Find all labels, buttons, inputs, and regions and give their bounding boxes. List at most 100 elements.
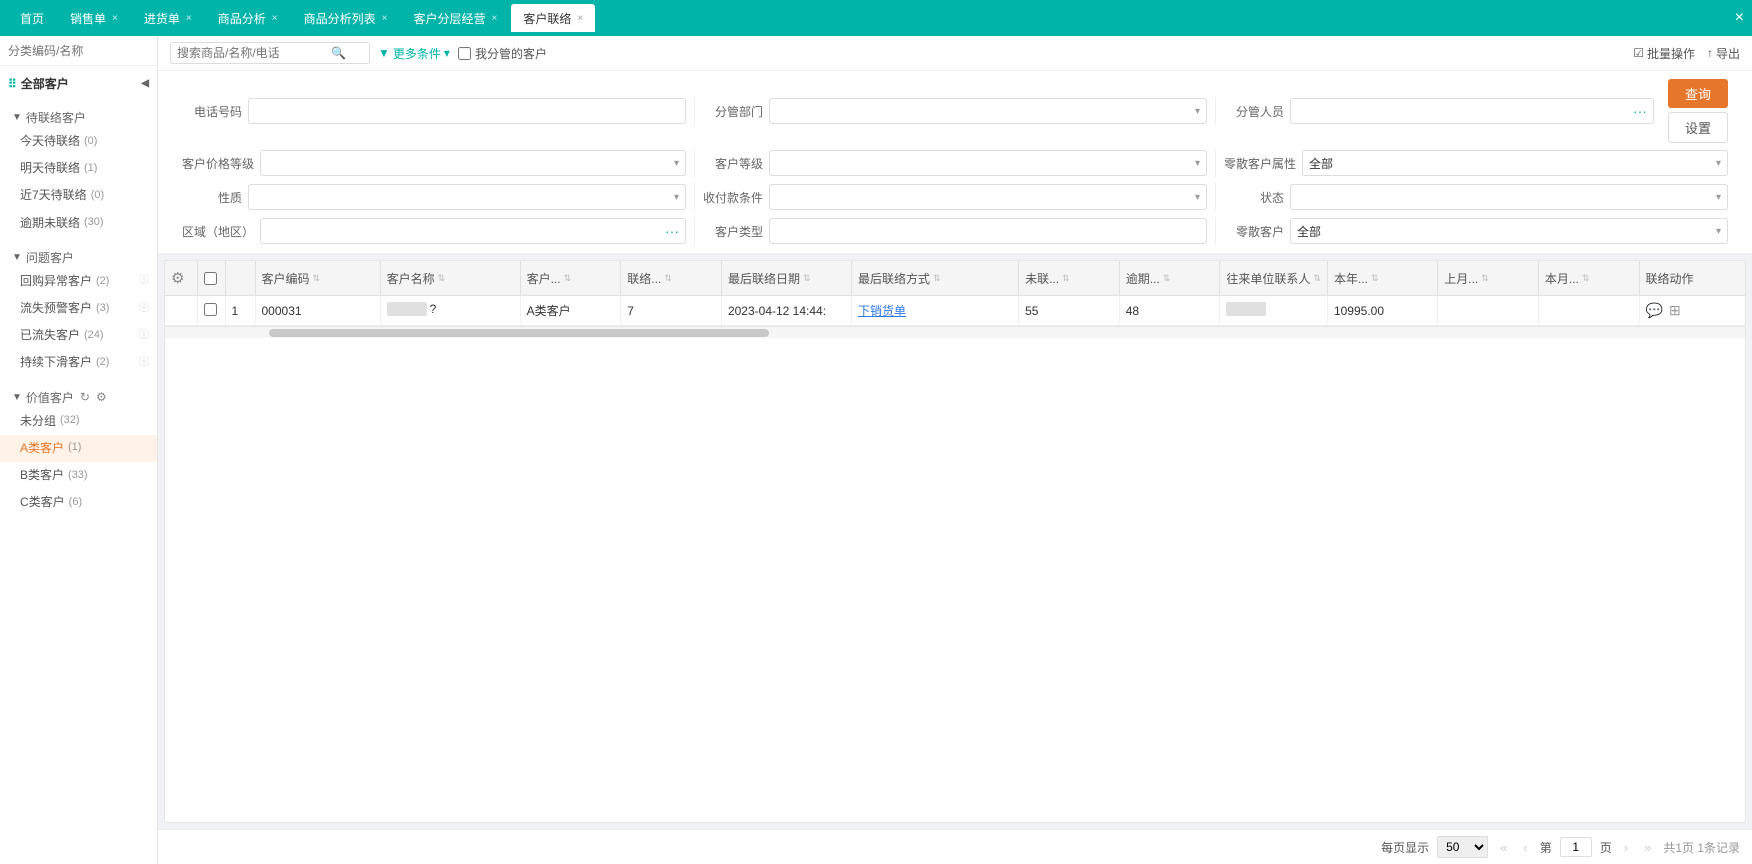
close-customer-contact-icon[interactable]: × [577, 13, 583, 24]
close-all-tabs-icon[interactable]: × [1735, 9, 1744, 27]
scrollbar-thumb[interactable] [269, 329, 769, 337]
value-customers-group-label[interactable]: ▼ 价值客户 ↻ ⚙ [0, 385, 157, 408]
select-all-checkbox[interactable] [204, 272, 217, 285]
filter-search-input[interactable] [177, 46, 327, 60]
col-last-date-header[interactable]: 最后联络日期 ⇅ [721, 261, 851, 296]
price-level-select[interactable]: ▾ [260, 150, 686, 176]
row-last-way-cell[interactable]: 下销货单 [851, 296, 1018, 326]
horizontal-scrollbar[interactable] [165, 326, 1745, 338]
col-type-header[interactable]: 客户... ⇅ [520, 261, 621, 296]
tab-customer-contact[interactable]: 客户联络 × [511, 4, 595, 32]
prev-page-btn[interactable]: ‹ [1519, 838, 1531, 857]
refresh-icon[interactable]: ↻ [80, 390, 90, 404]
scatter-select[interactable]: 全部 ▾ [1290, 218, 1728, 244]
sidebar-item-7days-contact[interactable]: 近7天待联络 (0) [0, 182, 157, 209]
col-this-year-header[interactable]: 本年... ⇅ [1327, 261, 1437, 296]
close-sales-icon[interactable]: × [112, 13, 118, 24]
col-name-header[interactable]: 客户名称 ⇅ [380, 261, 520, 296]
settings-button[interactable]: 设置 [1668, 112, 1728, 143]
region-select[interactable]: ··· [260, 218, 686, 244]
tab-sales[interactable]: 销售单 × [58, 4, 130, 32]
first-page-btn[interactable]: « [1496, 838, 1511, 857]
overdue-sort-icon[interactable]: ⇅ [1163, 273, 1171, 284]
manager-dots-icon[interactable]: ··· [1633, 103, 1647, 119]
row-checkbox-cell[interactable] [197, 296, 225, 326]
col-company-contact-header[interactable]: 往来单位联系人 ⇅ [1220, 261, 1328, 296]
query-button[interactable]: 查询 [1668, 79, 1728, 108]
sidebar-search-input[interactable] [8, 44, 158, 58]
sidebar-item-overdue-contact[interactable]: 逾期未联络 (30) [0, 210, 157, 237]
all-customers-header[interactable]: ⠿ 全部客户 ◀ [0, 70, 157, 97]
tab-purchase[interactable]: 进货单 × [132, 4, 204, 32]
sidebar-item-churned[interactable]: 已流失客户 (24) ⓘ [0, 322, 157, 349]
close-customer-seg-icon[interactable]: × [491, 13, 497, 24]
col-settings-header[interactable]: ⚙ [165, 261, 197, 296]
manager-select[interactable]: ··· [1290, 98, 1654, 124]
my-customers-checkbox-label[interactable]: 我分管的客户 [458, 45, 547, 62]
sidebar-item-unclassified[interactable]: 未分组 (32) [0, 408, 157, 435]
sidebar-item-today-contact[interactable]: 今天待联络 (0) [0, 128, 157, 155]
col-checkbox-header[interactable] [197, 261, 225, 296]
batch-op-btn[interactable]: ☑ 批量操作 [1633, 45, 1695, 62]
col-contact-header[interactable]: 联络... ⇅ [621, 261, 722, 296]
name-sort-icon[interactable]: ⇅ [438, 273, 446, 284]
last-date-sort-icon[interactable]: ⇅ [803, 273, 811, 284]
grid-action-icon[interactable]: ⊞ [1669, 302, 1681, 319]
col-this-month-header[interactable]: 本月... ⇅ [1538, 261, 1639, 296]
last-month-sort-icon[interactable]: ⇅ [1481, 273, 1489, 284]
export-btn[interactable]: ↑ 导出 [1707, 45, 1740, 62]
per-page-select[interactable]: 50 100 200 [1437, 836, 1488, 858]
next-page-btn[interactable]: › [1620, 838, 1632, 857]
customer-level-select[interactable]: ▾ [769, 150, 1207, 176]
sidebar-item-tomorrow-contact[interactable]: 明天待联络 (1) [0, 155, 157, 182]
filter-search-icon[interactable]: 🔍 [331, 46, 346, 60]
region-dots-icon[interactable]: ··· [665, 223, 679, 239]
phone-input[interactable] [248, 98, 686, 124]
problem-customers-group-label[interactable]: ▼ 问题客户 [0, 245, 157, 268]
page-number-input[interactable] [1560, 837, 1592, 857]
contact-sort-icon[interactable]: ⇅ [664, 273, 672, 284]
this-month-sort-icon[interactable]: ⇅ [1582, 273, 1590, 284]
tab-analysis-list[interactable]: 商品分析列表 × [292, 4, 400, 32]
pending-contact-group-label[interactable]: ▼ 待联络客户 [0, 105, 157, 128]
column-settings-icon[interactable]: ⚙ [171, 269, 184, 287]
tab-home[interactable]: 首页 [8, 4, 56, 32]
scatter-attr-select[interactable]: 全部 ▾ [1302, 150, 1728, 176]
sidebar-item-a-class[interactable]: A类客户 (1) [0, 435, 157, 462]
close-purchase-icon[interactable]: × [186, 13, 192, 24]
sidebar-item-c-class[interactable]: C类客户 (6) [0, 489, 157, 516]
my-customers-checkbox[interactable] [458, 47, 471, 60]
customer-type-input[interactable] [769, 218, 1207, 244]
last-way-sort-icon[interactable]: ⇅ [933, 273, 941, 284]
filter-cell-region: 区域（地区） ··· [174, 217, 695, 245]
col-code-header[interactable]: 客户编码 ⇅ [255, 261, 380, 296]
sidebar-item-declining[interactable]: 持续下滑客户 (2) ⓘ [0, 349, 157, 376]
more-filters-btn[interactable]: ▼ 更多条件 ▾ [378, 45, 450, 62]
close-analysis-icon[interactable]: × [272, 13, 278, 24]
dept-select[interactable]: ▾ [769, 98, 1207, 124]
payment-select[interactable]: ▾ [769, 184, 1207, 210]
sidebar-item-b-class[interactable]: B类客户 (33) [0, 462, 157, 489]
col-last-month-header[interactable]: 上月... ⇅ [1438, 261, 1539, 296]
tab-analysis[interactable]: 商品分析 × [206, 4, 290, 32]
col-last-way-header[interactable]: 最后联络方式 ⇅ [851, 261, 1018, 296]
sidebar-item-repurchase-abnormal[interactable]: 回购异常客户 (2) ⓘ [0, 268, 157, 295]
comment-action-icon[interactable]: 💬 [1646, 302, 1663, 319]
settings-icon[interactable]: ⚙ [96, 390, 107, 404]
tab-customer-seg[interactable]: 客户分层经营 × [401, 4, 509, 32]
no-contact-sort-icon[interactable]: ⇅ [1062, 273, 1070, 284]
sidebar-item-churn-warning[interactable]: 流失预警客户 (3) ⓘ [0, 295, 157, 322]
last-page-btn[interactable]: » [1640, 838, 1655, 857]
close-analysis-list-icon[interactable]: × [382, 13, 388, 24]
status-select[interactable]: ▾ [1290, 184, 1728, 210]
col-overdue-header[interactable]: 逾期... ⇅ [1119, 261, 1220, 296]
collapse-icon[interactable]: ◀ [141, 78, 149, 89]
last-way-link[interactable]: 下销货单 [858, 304, 906, 318]
company-contact-sort-icon[interactable]: ⇅ [1313, 273, 1321, 284]
code-sort-icon[interactable]: ⇅ [313, 273, 321, 284]
nature-select[interactable]: ▾ [248, 184, 686, 210]
row-checkbox[interactable] [204, 303, 217, 316]
type-sort-icon[interactable]: ⇅ [564, 273, 572, 284]
col-no-contact-header[interactable]: 未联... ⇅ [1019, 261, 1120, 296]
this-year-sort-icon[interactable]: ⇅ [1371, 273, 1379, 284]
